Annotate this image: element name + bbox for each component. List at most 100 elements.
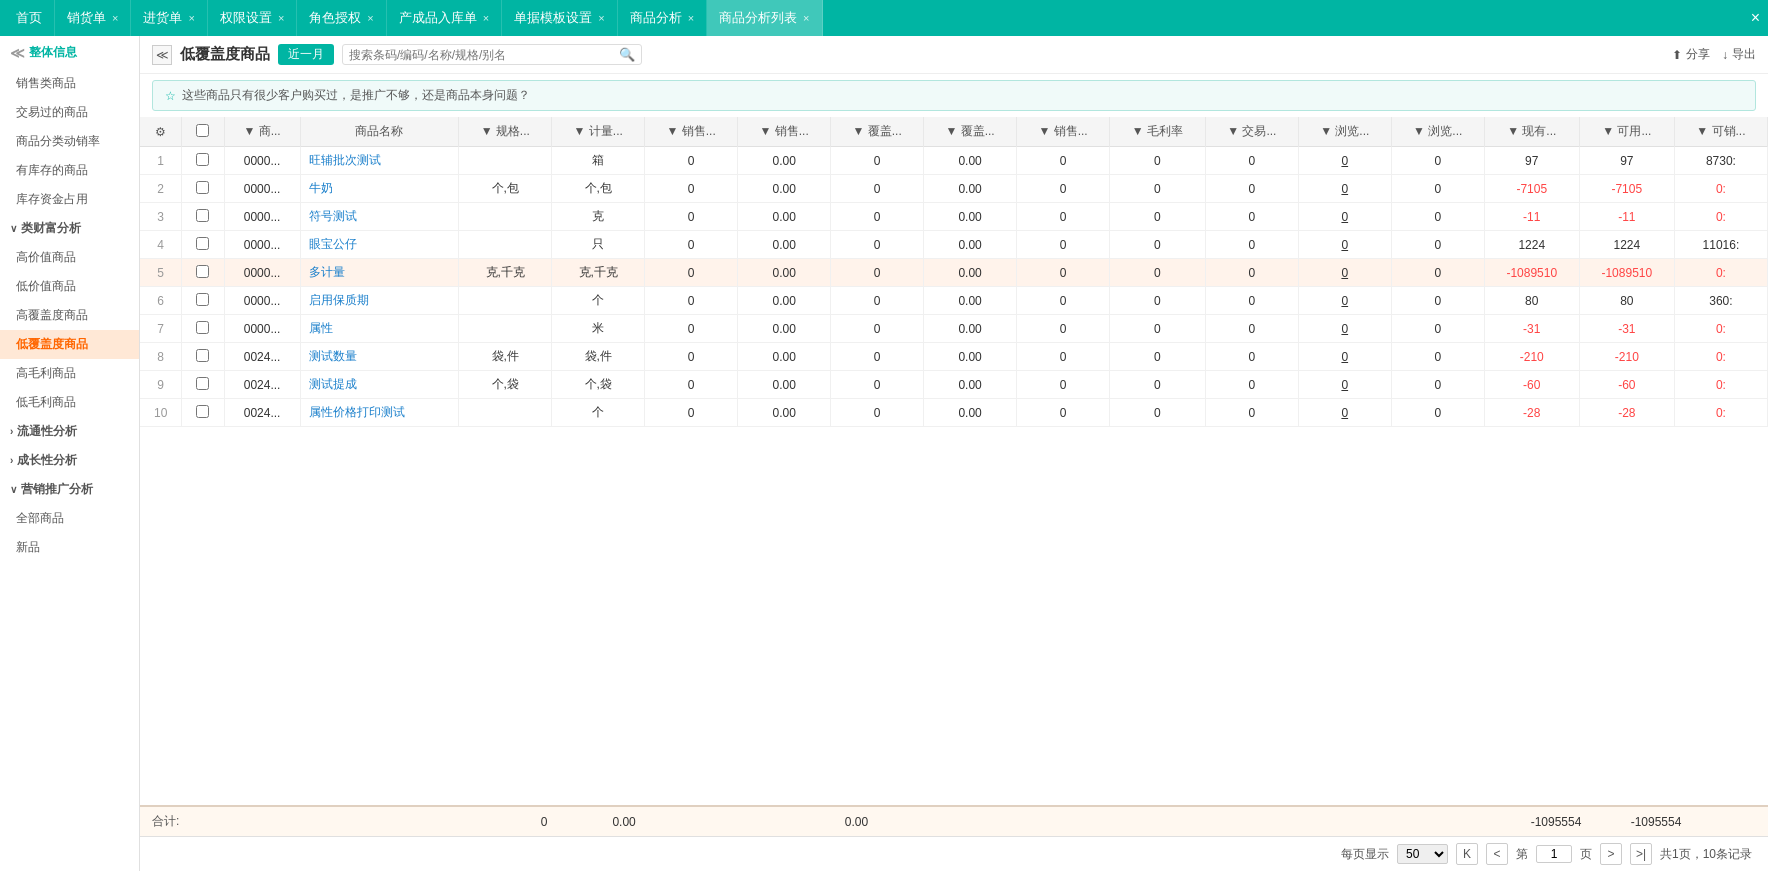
nav-tab-permission[interactable]: 权限设置 ×	[208, 0, 297, 36]
row-browse1[interactable]: 0	[1298, 371, 1391, 399]
next-page-button[interactable]: >	[1600, 843, 1622, 865]
first-page-button[interactable]: K	[1456, 843, 1478, 865]
nav-tab-product-in[interactable]: 产成品入库单 ×	[387, 0, 502, 36]
row-name[interactable]: 测试数量	[300, 343, 459, 371]
sidebar-item-traded-goods[interactable]: 交易过的商品	[0, 98, 139, 127]
row-name[interactable]: 测试提成	[300, 371, 459, 399]
sidebar-item-high-coverage[interactable]: 高覆盖度商品	[0, 301, 139, 330]
row-select-checkbox[interactable]	[196, 153, 209, 166]
th-trade[interactable]: ▼ 交易...	[1205, 117, 1298, 147]
window-close-button[interactable]: ×	[1751, 9, 1760, 27]
row-name[interactable]: 多计量	[300, 259, 459, 287]
sidebar-item-high-profit[interactable]: 高毛利商品	[0, 359, 139, 388]
sidebar-section-growth[interactable]: › 成长性分析	[0, 446, 139, 475]
close-icon[interactable]: ×	[112, 12, 118, 24]
sidebar-collapse-button[interactable]: ≪	[152, 45, 172, 65]
th-settings[interactable]: ⚙	[140, 117, 182, 147]
row-browse1[interactable]: 0	[1298, 175, 1391, 203]
close-icon[interactable]: ×	[803, 12, 809, 24]
th-stock3[interactable]: ▼ 可销...	[1674, 117, 1767, 147]
row-select-checkbox[interactable]	[196, 181, 209, 194]
row-checkbox[interactable]	[182, 259, 224, 287]
select-all-checkbox[interactable]	[196, 124, 209, 137]
row-select-checkbox[interactable]	[196, 349, 209, 362]
per-page-select[interactable]: 50 100 200	[1397, 844, 1448, 864]
nav-tab-purchase[interactable]: 进货单 ×	[131, 0, 207, 36]
sidebar-item-low-profit[interactable]: 低毛利商品	[0, 388, 139, 417]
row-browse1[interactable]: 0	[1298, 315, 1391, 343]
sidebar-item-low-coverage[interactable]: 低覆盖度商品	[0, 330, 139, 359]
sidebar-item-sales-goods[interactable]: 销售类商品	[0, 69, 139, 98]
th-name[interactable]: 商品名称	[300, 117, 459, 147]
prev-page-button[interactable]: <	[1486, 843, 1508, 865]
page-number-input[interactable]	[1536, 845, 1572, 863]
close-icon[interactable]: ×	[367, 12, 373, 24]
row-select-checkbox[interactable]	[196, 377, 209, 390]
row-checkbox[interactable]	[182, 287, 224, 315]
share-button[interactable]: ⬆ 分享	[1672, 46, 1710, 63]
close-icon[interactable]: ×	[483, 12, 489, 24]
time-filter-button[interactable]: 近一月	[278, 44, 334, 65]
th-code[interactable]: ▼ 商...	[224, 117, 300, 147]
sidebar-section-marketing[interactable]: ∨ 营销推广分析	[0, 475, 139, 504]
row-checkbox[interactable]	[182, 315, 224, 343]
th-cover2[interactable]: ▼ 覆盖...	[924, 117, 1017, 147]
close-icon[interactable]: ×	[188, 12, 194, 24]
row-name[interactable]: 眼宝公仔	[300, 231, 459, 259]
row-name[interactable]: 属性价格打印测试	[300, 399, 459, 427]
nav-tab-analysis[interactable]: 商品分析 ×	[618, 0, 707, 36]
th-gross[interactable]: ▼ 毛利率	[1110, 117, 1206, 147]
close-icon[interactable]: ×	[688, 12, 694, 24]
row-select-checkbox[interactable]	[196, 265, 209, 278]
close-icon[interactable]: ×	[598, 12, 604, 24]
sidebar-section-overall[interactable]: ≪ 整体信息	[0, 36, 139, 69]
row-browse1[interactable]: 0	[1298, 399, 1391, 427]
row-select-checkbox[interactable]	[196, 237, 209, 250]
sidebar-item-category-rate[interactable]: 商品分类动销率	[0, 127, 139, 156]
search-input[interactable]	[349, 48, 619, 62]
row-checkbox[interactable]	[182, 175, 224, 203]
table-container[interactable]: ⚙ ▼ 商... 商品名称 ▼ 规格... ▼ 计量... ▼ 销售... ▼ …	[140, 117, 1768, 805]
last-page-button[interactable]: >|	[1630, 843, 1652, 865]
th-unit[interactable]: ▼ 计量...	[552, 117, 645, 147]
th-stock1[interactable]: ▼ 现有...	[1484, 117, 1579, 147]
nav-tab-analysis-list[interactable]: 商品分析列表 ×	[707, 0, 822, 36]
row-name[interactable]: 属性	[300, 315, 459, 343]
settings-icon[interactable]: ⚙	[155, 125, 166, 139]
row-browse1[interactable]: 0	[1298, 147, 1391, 175]
sidebar-item-stock-goods[interactable]: 有库存的商品	[0, 156, 139, 185]
nav-tab-sales[interactable]: 销货单 ×	[55, 0, 131, 36]
row-browse1[interactable]: 0	[1298, 343, 1391, 371]
row-select-checkbox[interactable]	[196, 209, 209, 222]
th-browse2[interactable]: ▼ 浏览...	[1391, 117, 1484, 147]
row-browse1[interactable]: 0	[1298, 203, 1391, 231]
nav-tab-home[interactable]: 首页	[4, 0, 55, 36]
row-checkbox[interactable]	[182, 399, 224, 427]
row-browse1[interactable]: 0	[1298, 231, 1391, 259]
search-icon[interactable]: 🔍	[619, 47, 635, 62]
nav-tab-template[interactable]: 单据模板设置 ×	[502, 0, 617, 36]
th-checkbox[interactable]	[182, 117, 224, 147]
row-checkbox[interactable]	[182, 147, 224, 175]
row-name[interactable]: 牛奶	[300, 175, 459, 203]
sidebar-item-stock-capital[interactable]: 库存资金占用	[0, 185, 139, 214]
close-icon[interactable]: ×	[278, 12, 284, 24]
row-checkbox[interactable]	[182, 371, 224, 399]
row-name[interactable]: 启用保质期	[300, 287, 459, 315]
th-cover1[interactable]: ▼ 覆盖...	[831, 117, 924, 147]
th-spec[interactable]: ▼ 规格...	[459, 117, 552, 147]
row-checkbox[interactable]	[182, 231, 224, 259]
sidebar-item-high-value[interactable]: 高价值商品	[0, 243, 139, 272]
sidebar-item-low-value[interactable]: 低价值商品	[0, 272, 139, 301]
th-stock2[interactable]: ▼ 可用...	[1579, 117, 1674, 147]
export-button[interactable]: ↓ 导出	[1722, 46, 1756, 63]
th-sales2[interactable]: ▼ 销售...	[738, 117, 831, 147]
th-sales1[interactable]: ▼ 销售...	[645, 117, 738, 147]
row-checkbox[interactable]	[182, 203, 224, 231]
row-browse1[interactable]: 0	[1298, 287, 1391, 315]
row-select-checkbox[interactable]	[196, 293, 209, 306]
sidebar-section-wealth[interactable]: ∨ 类财富分析	[0, 214, 139, 243]
row-select-checkbox[interactable]	[196, 321, 209, 334]
sidebar-item-new-goods[interactable]: 新品	[0, 533, 139, 562]
search-box[interactable]: 🔍	[342, 44, 642, 65]
